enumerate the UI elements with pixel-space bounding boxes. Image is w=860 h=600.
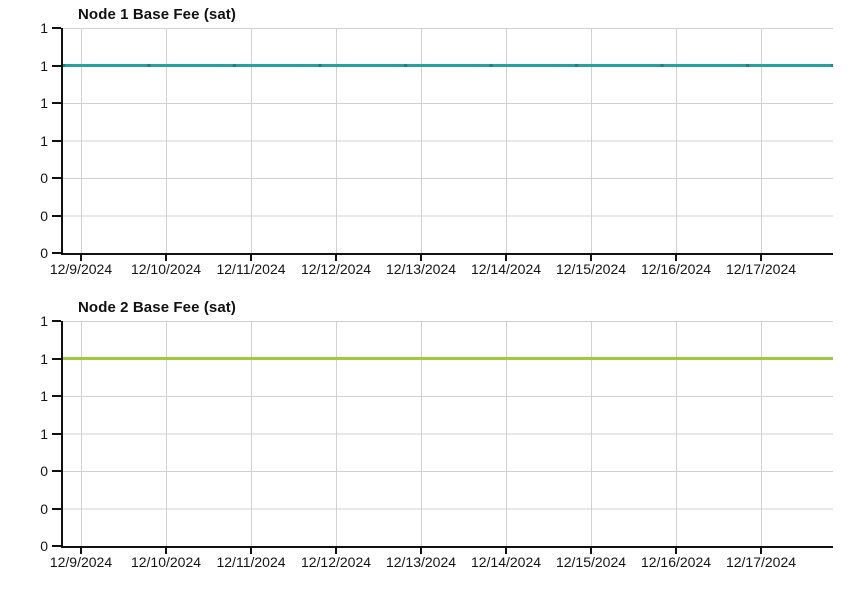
x-tick-label: 12/15/2024	[555, 554, 627, 570]
y-tick-mark	[52, 395, 61, 397]
y-axis-line	[61, 321, 63, 548]
x-tick-label: 12/9/2024	[49, 554, 113, 570]
y-tick-label: 1	[40, 20, 48, 36]
y-tick-label: 1	[40, 132, 48, 149]
series-line-node-2	[62, 357, 833, 360]
x-tick-label: 12/16/2024	[640, 261, 712, 277]
y-tick-label: 0	[40, 463, 48, 479]
y-tick-mark	[52, 139, 61, 142]
x-tick-label: 12/15/2024	[555, 261, 627, 277]
x-tick-label: 12/17/2024	[725, 261, 797, 277]
x-tick-label: 12/14/2024	[470, 261, 542, 277]
x-tick-label: 12/10/2024	[130, 554, 202, 570]
y-tick-label: 0	[40, 538, 48, 554]
y-tick-mark	[52, 102, 61, 104]
y-tick-mark	[52, 320, 61, 322]
plot-area	[62, 28, 833, 253]
plot-area	[62, 321, 833, 546]
y-axis-line	[61, 28, 63, 255]
y-tick-mark	[52, 432, 61, 435]
y-tick-label: 0	[40, 245, 48, 261]
x-axis-line	[61, 546, 833, 548]
x-tick-label: 12/11/2024	[216, 554, 286, 570]
x-axis-line	[61, 253, 833, 255]
y-tick-label: 0	[40, 170, 48, 186]
x-tick-label: 12/9/2024	[49, 261, 113, 277]
x-tick-label: 12/14/2024	[470, 554, 542, 570]
y-tick-mark	[52, 252, 61, 254]
chart-node-2-base-fee: Node 2 Base Fee (sat) 1 1 1 1 0 0 0 12/9…	[0, 293, 860, 586]
page: { "page": { "background": "#ffffff", "gr…	[0, 0, 860, 600]
y-tick-mark	[52, 214, 61, 217]
y-tick-mark	[52, 357, 61, 360]
series-line-node-1	[62, 64, 833, 67]
y-tick-label: 0	[40, 500, 48, 517]
y-tick-label: 1	[40, 350, 48, 367]
y-tick-label: 0	[40, 207, 48, 224]
y-tick-label: 1	[40, 95, 48, 111]
y-tick-label: 1	[40, 425, 48, 442]
chart-title: Node 2 Base Fee (sat)	[78, 299, 236, 316]
chart-title: Node 1 Base Fee (sat)	[78, 6, 236, 23]
y-tick-mark	[52, 507, 61, 510]
x-tick-label: 12/12/2024	[300, 554, 372, 570]
x-tick-label: 12/13/2024	[385, 261, 457, 277]
y-tick-mark	[52, 470, 61, 472]
y-tick-mark	[52, 27, 61, 29]
x-tick-label: 12/11/2024	[216, 261, 286, 277]
y-tick-label: 1	[40, 313, 48, 329]
y-tick-mark	[52, 545, 61, 547]
y-tick-label: 1	[40, 388, 48, 404]
y-tick-mark	[52, 177, 61, 179]
y-tick-label: 1	[40, 57, 48, 74]
x-tick-label: 12/17/2024	[725, 554, 797, 570]
chart-node-1-base-fee: Node 1 Base Fee (sat) 1 1 1 1 0 0 0 12/9…	[0, 0, 860, 293]
x-tick-label: 12/10/2024	[130, 261, 202, 277]
x-tick-label: 12/12/2024	[300, 261, 372, 277]
x-tick-label: 12/16/2024	[640, 554, 712, 570]
x-tick-label: 12/13/2024	[385, 554, 457, 570]
y-tick-mark	[52, 64, 61, 67]
